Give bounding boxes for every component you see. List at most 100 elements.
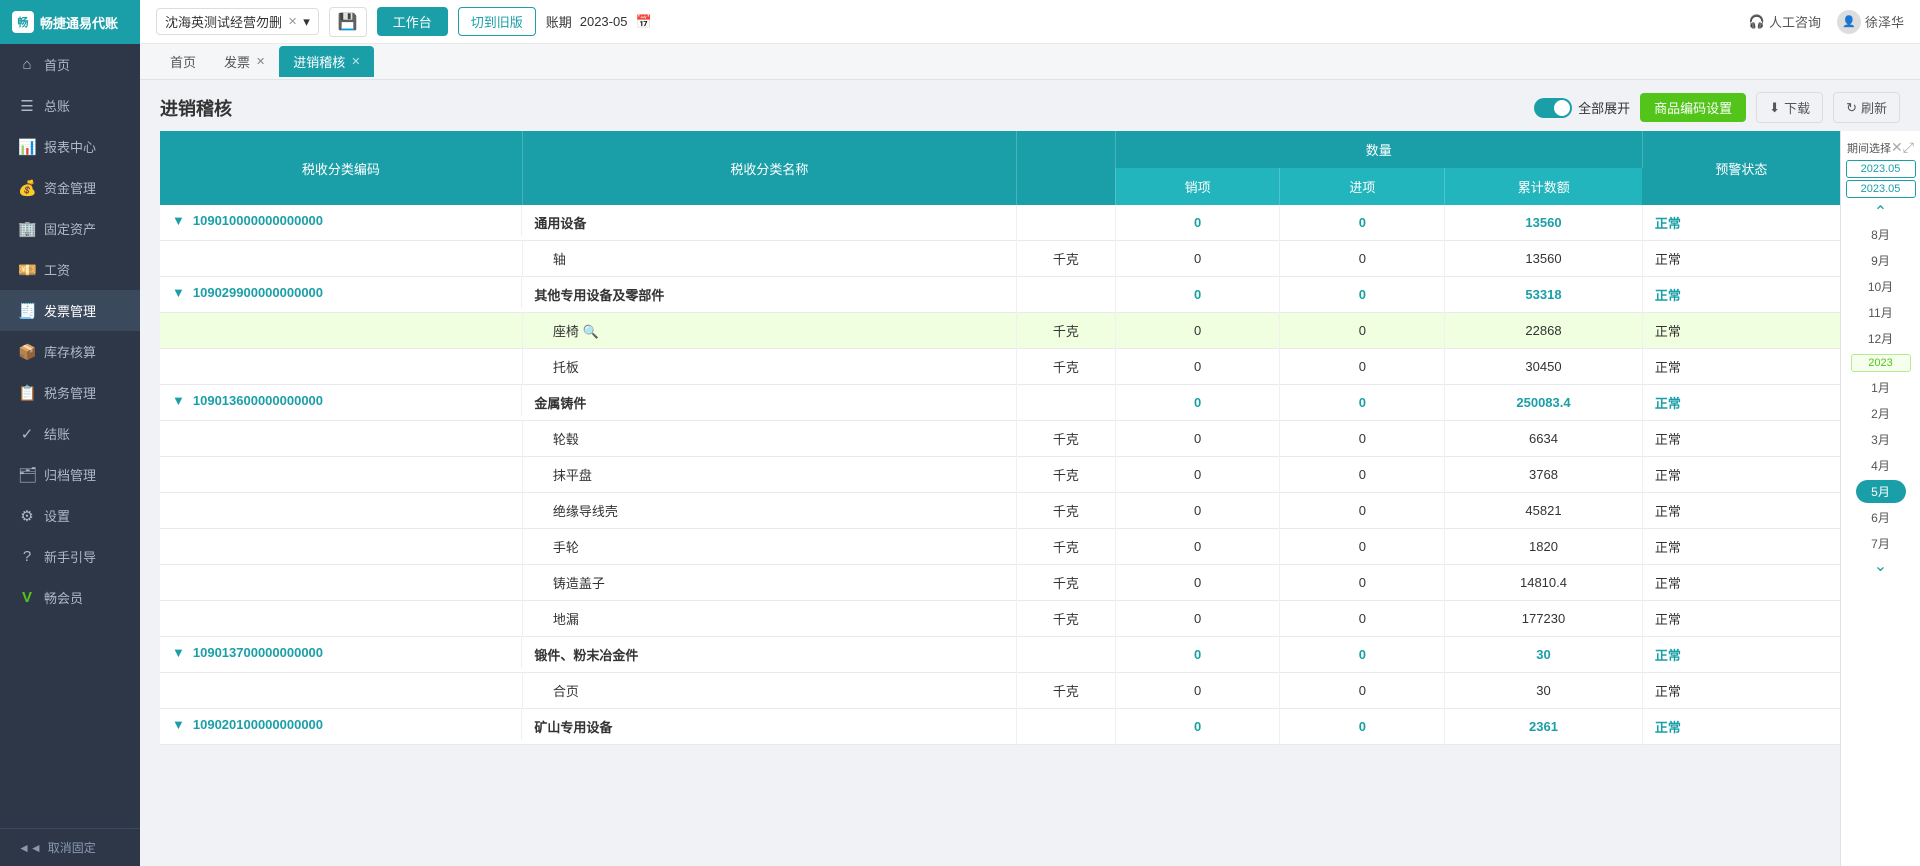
user-menu[interactable]: 👤 徐泽华 [1837, 10, 1904, 34]
sidebar-label-capital: 资金管理 [44, 178, 96, 197]
pin-button[interactable]: ◄◄ 取消固定 [0, 829, 140, 866]
period-month-item[interactable]: 3月 [1856, 428, 1906, 451]
period-month-item[interactable]: 6月 [1856, 506, 1906, 529]
period-month-item[interactable]: 1月 [1856, 376, 1906, 399]
toggle-switch[interactable] [1534, 98, 1572, 118]
table-row: 手轮 千克 0 0 1820 正常 [160, 529, 1840, 565]
download-button[interactable]: ⬇ 下载 [1756, 92, 1823, 123]
tab-check[interactable]: 进销稽核 ✕ [279, 46, 374, 77]
save-button[interactable]: 💾 [329, 7, 367, 37]
row-unit [1016, 385, 1115, 421]
toggle-label-text: 全部展开 [1578, 98, 1630, 117]
row-purchase: 0 [1280, 637, 1445, 673]
row-status: 正常 [1642, 457, 1840, 493]
main-area: 沈海英测试经营勿删 ✕ ▾ 💾 工作台 切到旧版 账期 2023-05 📅 🎧 … [140, 0, 1920, 866]
table-row: 绝缘导线壳 千克 0 0 45821 正常 [160, 493, 1840, 529]
sidebar-item-settle[interactable]: ✓ 结账 [0, 413, 140, 454]
row-code [160, 241, 522, 277]
calendar-icon[interactable]: 📅 [635, 14, 651, 30]
code-settings-button[interactable]: 商品编码设置 [1640, 93, 1746, 122]
sidebar-item-inventory[interactable]: 📦 库存核算 [0, 331, 140, 372]
toggle-expand[interactable]: 全部展开 [1534, 98, 1630, 118]
tab-invoice-close[interactable]: ✕ [256, 55, 265, 68]
company-dropdown-icon[interactable]: ▾ [303, 14, 310, 30]
period-month-item[interactable]: 8月 [1856, 223, 1906, 246]
th-code: 税收分类编码 [160, 131, 522, 205]
table-row: 抹平盘 千克 0 0 3768 正常 [160, 457, 1840, 493]
period-month-item[interactable]: 5月 [1856, 480, 1906, 503]
sidebar-item-salary[interactable]: 💴 工资 [0, 249, 140, 290]
table-row: ▼109013700000000000 锻件、粉末冶金件 0 0 30 正常 [160, 637, 1840, 673]
workbench-button[interactable]: 工作台 [377, 7, 448, 36]
sidebar-bottom: ◄◄ 取消固定 [0, 828, 140, 866]
refresh-icon: ↻ [1846, 100, 1857, 116]
row-total: 22868 [1445, 313, 1643, 349]
panel-close-icon[interactable]: ✕ [1891, 139, 1903, 156]
period-month-item[interactable]: 12月 [1856, 327, 1906, 350]
sidebar-label-invoice: 发票管理 [44, 301, 96, 320]
period-year-2[interactable]: 2023.05 [1846, 180, 1916, 198]
row-status: 正常 [1642, 673, 1840, 709]
tab-invoice[interactable]: 发票 ✕ [210, 46, 279, 77]
row-purchase: 0 [1280, 349, 1445, 385]
sidebar-item-invoice[interactable]: 🧾 发票管理 [0, 290, 140, 331]
period-month-item[interactable]: 11月 [1856, 301, 1906, 324]
period-month-item[interactable]: 7月 [1856, 532, 1906, 555]
row-total: 14810.4 [1445, 565, 1643, 601]
row-total: 13560 [1445, 241, 1643, 277]
row-name: 铸造盖子 [522, 565, 1016, 601]
th-name: 税收分类名称 [522, 131, 1016, 205]
sidebar-item-home[interactable]: ⌂ 首页 [0, 44, 140, 85]
tab-home[interactable]: 首页 [156, 46, 210, 77]
sidebar-item-report[interactable]: 📊 报表中心 [0, 126, 140, 167]
headset-icon: 🎧 [1749, 14, 1765, 30]
row-total: 30 [1445, 637, 1643, 673]
help-button[interactable]: 🎧 人工咨询 [1749, 12, 1821, 31]
sidebar-item-asset[interactable]: 🏢 固定资产 [0, 208, 140, 249]
table-scroll-area[interactable]: 税收分类编码 税收分类名称 数量 预警状态 销项 进项 累计数额 [160, 131, 1840, 866]
page-title: 进销稽核 [160, 95, 232, 121]
tab-check-close[interactable]: ✕ [351, 55, 360, 68]
download-label: 下载 [1784, 98, 1810, 117]
sidebar-item-member[interactable]: V 畅会员 [0, 577, 140, 618]
period-month-item[interactable]: 9月 [1856, 249, 1906, 272]
table-row: 轴 千克 0 0 13560 正常 [160, 241, 1840, 277]
tab-invoice-label: 发票 [224, 52, 250, 71]
tab-check-label: 进销稽核 [293, 52, 345, 71]
row-code [160, 421, 522, 457]
tabs-bar: 首页 发票 ✕ 进销稽核 ✕ [140, 44, 1920, 80]
period-year-1[interactable]: 2023.05 [1846, 160, 1916, 178]
sidebar-item-archive[interactable]: 🗂 归档管理 [0, 454, 140, 495]
row-sale: 0 [1115, 493, 1280, 529]
row-status: 正常 [1642, 385, 1840, 421]
sidebar-item-tax[interactable]: 📋 税务管理 [0, 372, 140, 413]
row-sale: 0 [1115, 673, 1280, 709]
row-code: ▼109013700000000000 [160, 637, 522, 668]
sidebar-item-guide[interactable]: ? 新手引导 [0, 536, 140, 577]
company-selector[interactable]: 沈海英测试经营勿删 ✕ ▾ [156, 8, 319, 35]
period-month-item[interactable]: 10月 [1856, 275, 1906, 298]
th-unit [1016, 131, 1115, 205]
old-version-button[interactable]: 切到旧版 [458, 7, 536, 36]
row-name: 其他专用设备及零部件 [522, 277, 1016, 313]
table-row: 地漏 千克 0 0 177230 正常 [160, 601, 1840, 637]
period-month-item[interactable]: 2023 [1851, 354, 1911, 372]
sidebar-label-ledger: 总账 [44, 96, 70, 115]
panel-up-arrow[interactable]: ⌃ [1874, 202, 1887, 222]
row-unit: 千克 [1016, 529, 1115, 565]
search-icon[interactable]: 🔍 [583, 324, 599, 339]
panel-down-arrow[interactable]: ⌄ [1874, 556, 1887, 576]
row-name: 座椅🔍 [522, 313, 1016, 349]
sidebar-item-ledger[interactable]: ☰ 总账 [0, 85, 140, 126]
refresh-button[interactable]: ↻ 刷新 [1833, 92, 1900, 123]
sidebar-item-capital[interactable]: 💰 资金管理 [0, 167, 140, 208]
panel-expand-icon[interactable]: ⤢ [1903, 139, 1914, 156]
row-purchase: 0 [1280, 241, 1445, 277]
company-delete-icon[interactable]: ✕ [288, 15, 297, 28]
period-month-item[interactable]: 4月 [1856, 454, 1906, 477]
table-row: 座椅🔍 千克 0 0 22868 正常 [160, 313, 1840, 349]
sidebar-item-settings[interactable]: ⚙ 设置 [0, 495, 140, 536]
period-month-item[interactable]: 2月 [1856, 402, 1906, 425]
row-purchase: 0 [1280, 421, 1445, 457]
row-total: 30450 [1445, 349, 1643, 385]
